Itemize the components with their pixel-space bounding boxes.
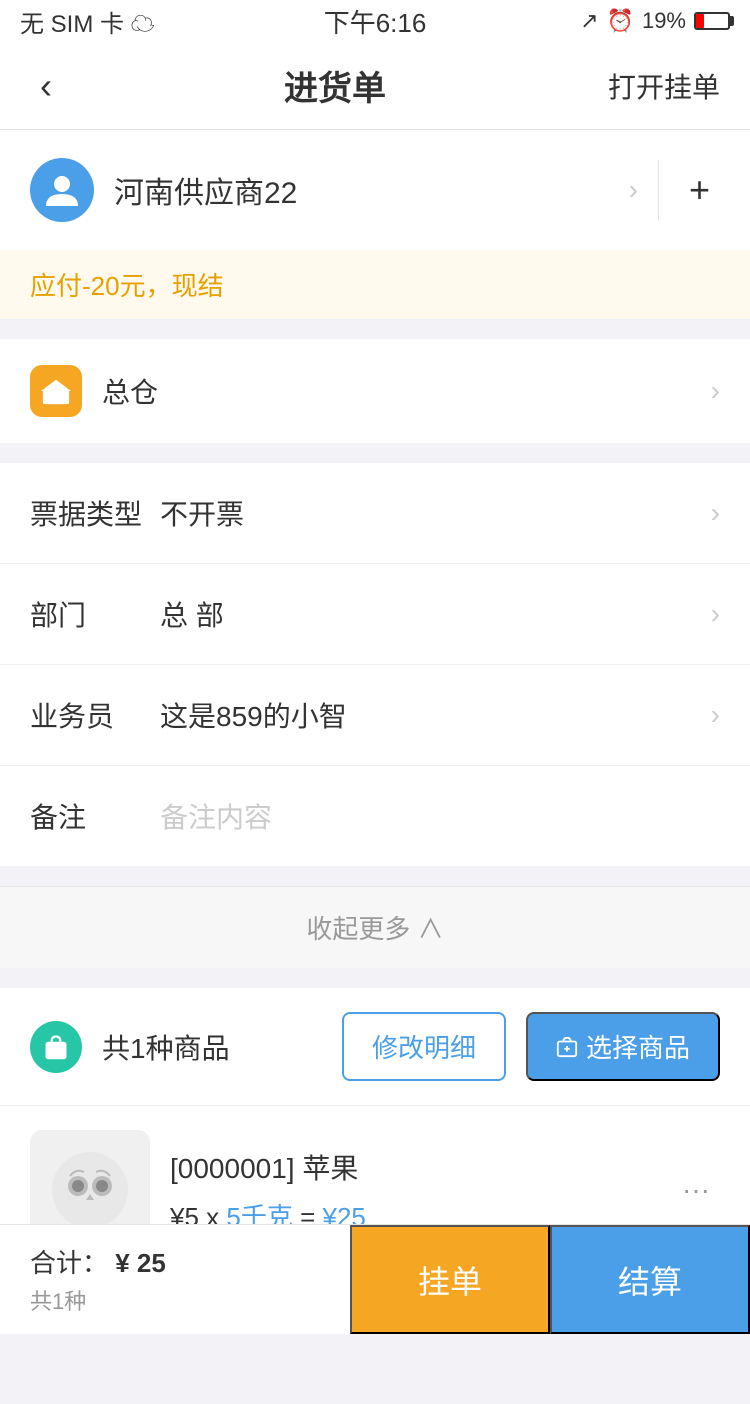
location-icon: ↗ [580, 8, 598, 34]
invoice-chevron-icon: › [711, 497, 720, 529]
warehouse-row[interactable]: 总仓 › [0, 339, 750, 443]
warning-banner: 应付-20元，现结 [0, 250, 750, 319]
owl-logo-icon [50, 1150, 130, 1230]
warehouse-building-icon [41, 376, 71, 406]
supplier-name: 河南供应商22 [114, 168, 629, 212]
product-count-icon [30, 1021, 82, 1073]
staff-chevron-icon: › [711, 699, 720, 731]
remarks-label: 备注 [30, 796, 160, 836]
supplier-section: 河南供应商22 › + 应付-20元，现结 [0, 130, 750, 319]
select-product-button[interactable]: 选择商品 [526, 1012, 720, 1081]
invoice-label: 票据类型 [30, 493, 160, 533]
select-product-icon [556, 1036, 578, 1058]
battery-icon [694, 12, 730, 30]
dept-value: 总 部 [160, 594, 711, 634]
collapse-label: 收起更多 ∧ [306, 909, 443, 946]
nav-bar: ‹ 进货单 打开挂单 [0, 42, 750, 130]
checkout-button[interactable]: 结算 [550, 1225, 750, 1334]
alarm-icon: ⏰ [607, 8, 634, 34]
product-name: [0000001] 苹果 [170, 1147, 652, 1187]
status-bar-time: 下午6:16 [324, 3, 427, 40]
product-header: 共1种商品 修改明细 选择商品 [0, 988, 750, 1105]
remarks-input[interactable]: 备注内容 [160, 796, 720, 836]
remarks-row[interactable]: 备注 备注内容 [0, 765, 750, 866]
status-bar-left: 无 SIM 卡 ☁ [20, 4, 155, 39]
total-label-row: 合计： ¥ 25 [30, 1243, 320, 1280]
hang-button[interactable]: 挂单 [350, 1225, 550, 1334]
product-code: [0000001] [170, 1153, 295, 1184]
open-hang-button[interactable]: 打开挂单 [608, 66, 720, 106]
shopping-bag-icon [42, 1033, 70, 1061]
status-bar-right: ↗ ⏰ 19% [580, 8, 730, 34]
warehouse-section: 总仓 › [0, 339, 750, 443]
total-count: 共1种 [30, 1284, 320, 1316]
back-button[interactable]: ‹ [30, 55, 62, 117]
product-title: 苹果 [302, 1153, 358, 1184]
supplier-row[interactable]: 河南供应商22 › + [0, 130, 750, 250]
bottom-bar: 合计： ¥ 25 共1种 挂单 结算 [0, 1224, 750, 1334]
dept-label: 部门 [30, 594, 160, 634]
warehouse-name: 总仓 [102, 371, 711, 411]
page-title: 进货单 [284, 61, 386, 110]
warehouse-icon [30, 365, 82, 417]
invoice-value: 不开票 [160, 493, 711, 533]
total-label: 合计： [30, 1248, 108, 1278]
staff-value: 这是859的小智 [160, 695, 711, 735]
supplier-avatar [30, 158, 94, 222]
collapse-bar[interactable]: 收起更多 ∧ [0, 886, 750, 968]
battery-text: 19% [642, 8, 686, 34]
select-product-label: 选择商品 [586, 1028, 690, 1065]
staff-label: 业务员 [30, 695, 160, 735]
warehouse-chevron-icon: › [711, 375, 720, 407]
add-supplier-button[interactable]: + [679, 169, 720, 211]
fields-section: 票据类型 不开票 › 部门 总 部 › 业务员 这是859的小智 › 备注 备注… [0, 463, 750, 866]
product-info: [0000001] 苹果 ¥5 x 5千克 = ¥25 [170, 1147, 652, 1234]
staff-row[interactable]: 业务员 这是859的小智 › [0, 664, 750, 765]
total-section: 合计： ¥ 25 共1种 [0, 1225, 350, 1334]
dept-chevron-icon: › [711, 598, 720, 630]
product-count-text: 共1种商品 [102, 1027, 322, 1067]
divider [658, 160, 659, 220]
status-bar: 无 SIM 卡 ☁ 下午6:16 ↗ ⏰ 19% [0, 0, 750, 42]
product-more-button[interactable]: ··· [672, 1174, 720, 1206]
person-icon [44, 172, 80, 208]
edit-detail-button[interactable]: 修改明细 [342, 1012, 506, 1081]
sim-text: 无 SIM 卡 ☁ [20, 4, 155, 39]
dept-row[interactable]: 部门 总 部 › [0, 563, 750, 664]
supplier-chevron-icon: › [629, 174, 638, 206]
total-amount: ¥ 25 [115, 1248, 166, 1278]
invoice-row[interactable]: 票据类型 不开票 › [0, 463, 750, 563]
